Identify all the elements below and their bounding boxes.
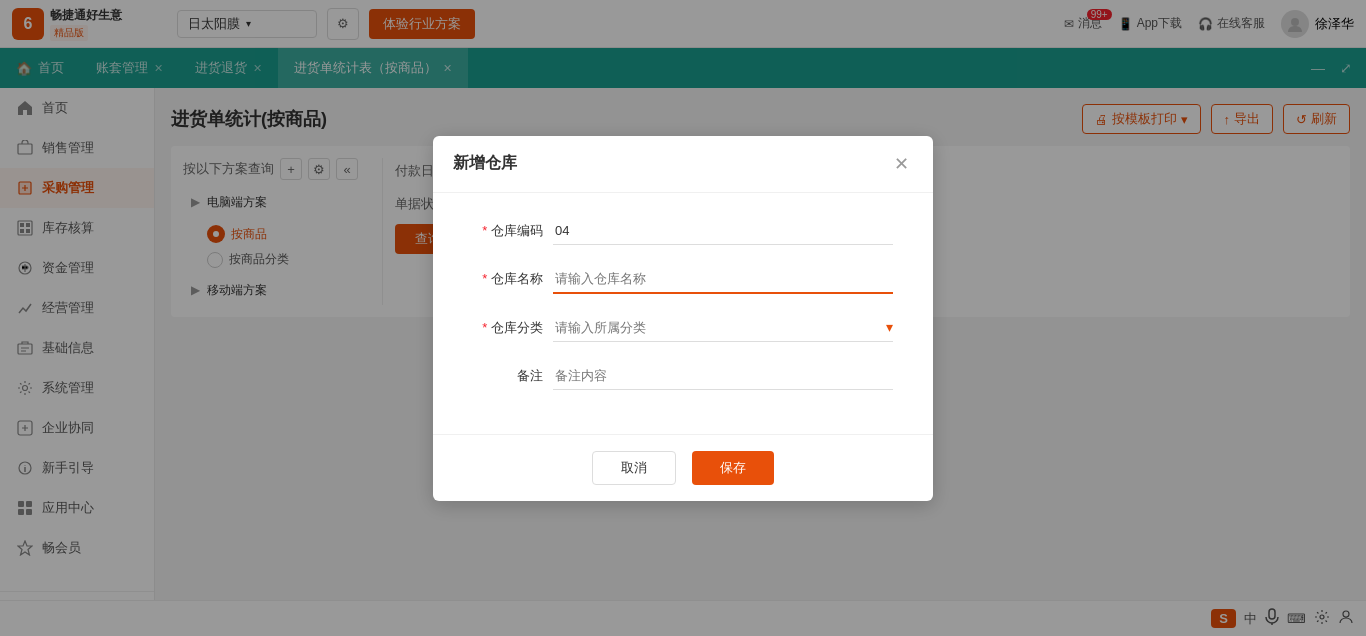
dialog-header: 新增仓库 ✕	[433, 136, 933, 193]
modal-overlay: 新增仓库 ✕ * 仓库编码 * 仓库名称	[0, 0, 1366, 636]
save-button[interactable]: 保存	[692, 451, 774, 485]
warehouse-code-input[interactable]	[553, 217, 893, 245]
form-row-type: * 仓库分类 ▾	[473, 314, 893, 342]
warehouse-type-label: * 仓库分类	[473, 319, 553, 337]
dialog-footer: 取消 保存	[433, 434, 933, 501]
remark-input[interactable]	[553, 362, 893, 390]
form-row-remark: 备注	[473, 362, 893, 390]
warehouse-type-wrapper: ▾	[553, 314, 893, 342]
warehouse-code-label: * 仓库编码	[473, 222, 553, 240]
dialog-close-button[interactable]: ✕	[889, 152, 913, 176]
warehouse-type-input[interactable]	[553, 314, 886, 341]
cancel-button[interactable]: 取消	[592, 451, 676, 485]
chevron-down-icon: ▾	[886, 319, 893, 335]
form-row-name: * 仓库名称	[473, 265, 893, 294]
warehouse-name-label: * 仓库名称	[473, 270, 553, 288]
remark-label: 备注	[473, 367, 553, 385]
required-star: *	[482, 320, 487, 335]
dialog-body: * 仓库编码 * 仓库名称 * 仓库分类	[433, 193, 933, 434]
dialog-title: 新增仓库	[453, 153, 517, 174]
warehouse-name-input[interactable]	[553, 265, 893, 294]
new-warehouse-dialog: 新增仓库 ✕ * 仓库编码 * 仓库名称	[433, 136, 933, 501]
form-row-code: * 仓库编码	[473, 217, 893, 245]
required-star: *	[482, 271, 487, 286]
required-star: *	[482, 223, 487, 238]
